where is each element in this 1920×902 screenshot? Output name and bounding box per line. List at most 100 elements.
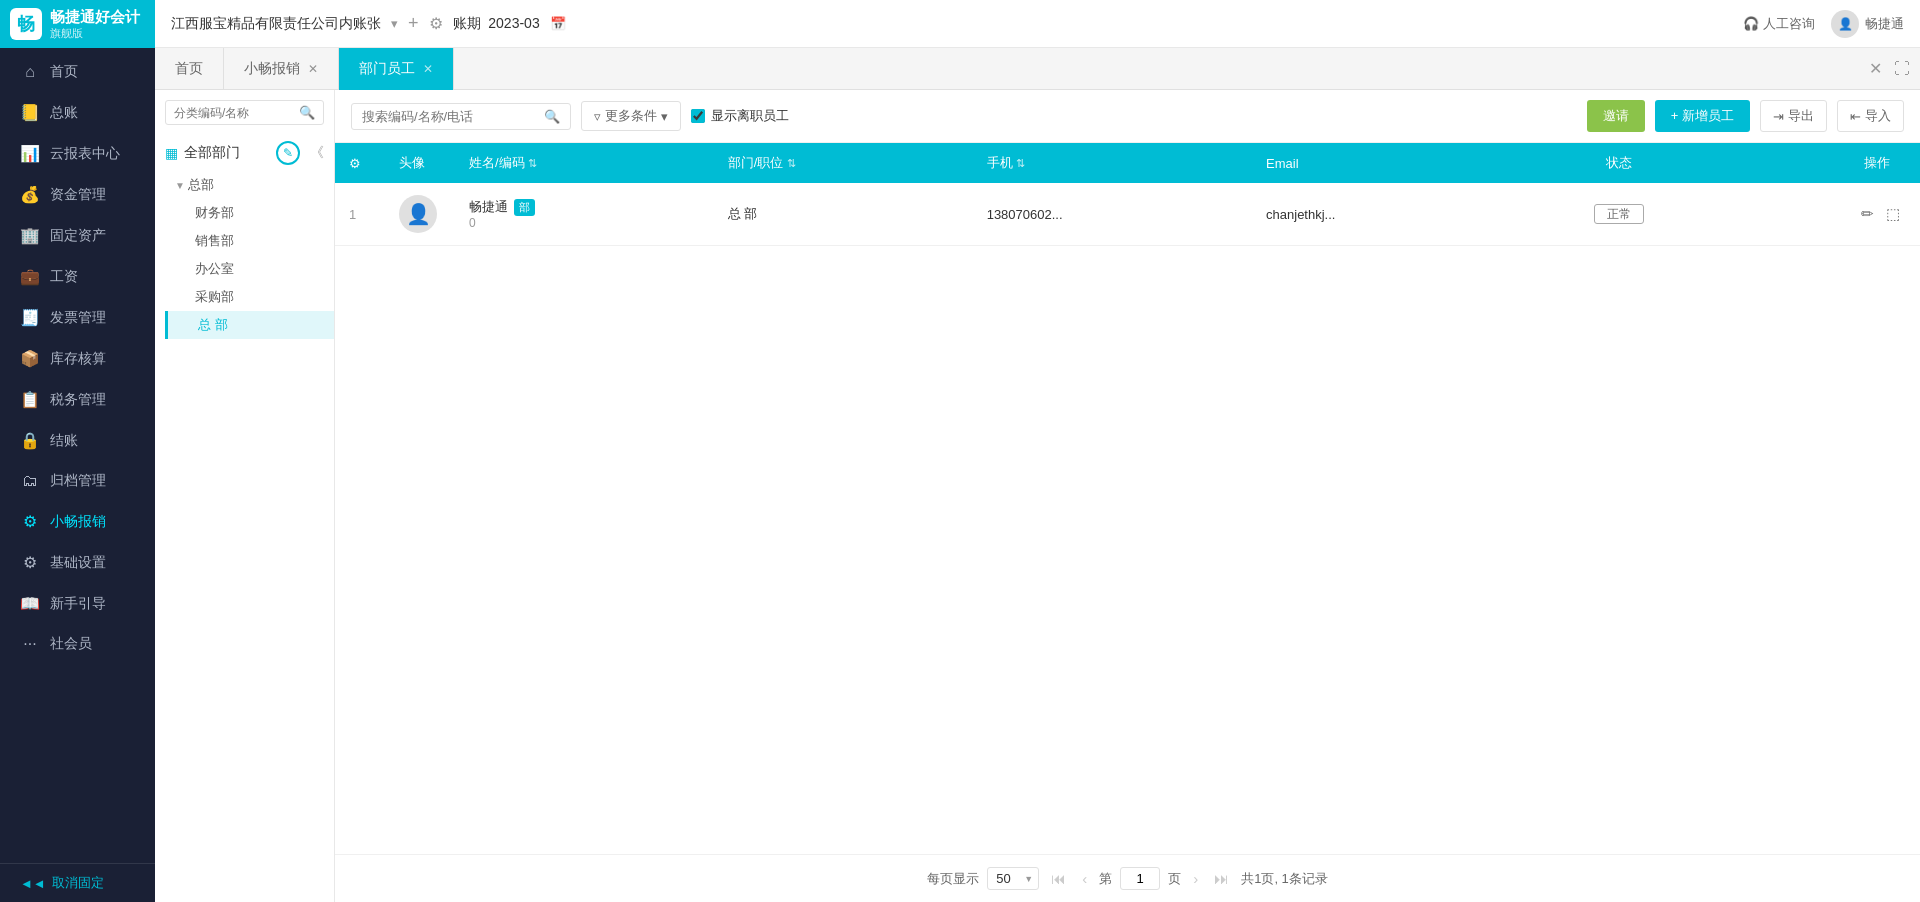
calendar-icon[interactable]: 📅 bbox=[550, 16, 566, 31]
toolbar-right: 邀请 + 新增员工 ⇥ 导出 ⇤ 导入 bbox=[1587, 100, 1904, 132]
tab-expand-btn[interactable]: ⛶ bbox=[1894, 60, 1910, 78]
dept-parent-head[interactable]: 总部 bbox=[165, 171, 334, 199]
dept-child-finance[interactable]: 财务部 bbox=[165, 199, 334, 227]
logo-text-block: 畅捷通好会计 旗舰版 bbox=[50, 8, 140, 41]
col-name[interactable]: 姓名/编码 ⇅ bbox=[455, 143, 714, 183]
cell-avatar: 👤 bbox=[385, 183, 455, 246]
logo-area: 畅 畅捷通好会计 旗舰版 bbox=[0, 0, 155, 48]
sidebar-item-more[interactable]: ··· 社会员 bbox=[0, 624, 155, 664]
sidebar-item-ledger[interactable]: 📒 总账 bbox=[0, 92, 155, 133]
sort-phone-icon: ⇅ bbox=[1016, 157, 1025, 169]
sidebar-item-reports[interactable]: 📊 云报表中心 bbox=[0, 133, 155, 174]
assets-mgmt-icon: 💰 bbox=[20, 185, 40, 204]
dept-search-icon[interactable]: 🔍 bbox=[299, 105, 315, 120]
show-resigned-label[interactable]: 显示离职员工 bbox=[691, 107, 789, 125]
tab-home-label: 首页 bbox=[175, 60, 203, 78]
sidebar-item-archive[interactable]: 🗂 归档管理 bbox=[0, 461, 155, 501]
period-area: 账期 2023-03 bbox=[453, 15, 540, 33]
dept-child-head[interactable]: 总 部 bbox=[165, 311, 334, 339]
settings-icon[interactable]: ⚙ bbox=[429, 14, 443, 33]
sort-dept-icon: ⇅ bbox=[787, 157, 796, 169]
delete-button[interactable]: ⬚ bbox=[1886, 205, 1900, 223]
support-label: 人工咨询 bbox=[1763, 15, 1815, 33]
export-icon: ⇥ bbox=[1773, 109, 1784, 124]
employee-toolbar: 🔍 ▿ 更多条件 ▾ 显示离职员工 邀请 + 新增员工 ⇥ 导出 bbox=[335, 90, 1920, 143]
filter-button[interactable]: ▿ 更多条件 ▾ bbox=[581, 101, 681, 131]
tab-close-btn[interactable]: ✕ bbox=[1869, 59, 1882, 78]
sidebar-label-reports: 云报表中心 bbox=[50, 145, 120, 163]
page-size-label: 每页显示 bbox=[927, 870, 979, 888]
action-buttons: ✏ ⬚ bbox=[1738, 205, 1900, 223]
sidebar-item-salary[interactable]: 💼 工资 bbox=[0, 256, 155, 297]
filter-icon: ▿ bbox=[594, 109, 601, 124]
headset-icon: 🎧 bbox=[1743, 16, 1759, 31]
dept-edit-button[interactable]: ✎ bbox=[276, 141, 300, 165]
sidebar-item-assets-mgmt[interactable]: 💰 资金管理 bbox=[0, 174, 155, 215]
tab-dept-close[interactable]: ✕ bbox=[423, 62, 433, 76]
employee-search-input[interactable] bbox=[362, 109, 538, 124]
cell-name: 畅捷通 部 0 bbox=[455, 183, 714, 246]
reports-icon: 📊 bbox=[20, 144, 40, 163]
dept-child-sales[interactable]: 销售部 bbox=[165, 227, 334, 255]
support-button[interactable]: 🎧 人工咨询 bbox=[1743, 15, 1815, 33]
cell-no: 1 bbox=[335, 183, 385, 246]
add-company-icon[interactable]: + bbox=[408, 13, 419, 34]
dept-search-input[interactable] bbox=[174, 106, 293, 120]
sidebar-item-checkout[interactable]: 🔒 结账 bbox=[0, 420, 155, 461]
sidebar-item-xiaochang[interactable]: ⚙ 小畅报销 bbox=[0, 501, 155, 542]
edit-button[interactable]: ✏ bbox=[1861, 205, 1874, 223]
tab-home[interactable]: 首页 bbox=[155, 48, 224, 90]
dept-collapse-icon[interactable]: 《 bbox=[310, 144, 324, 162]
sidebar-pin-toggle[interactable]: ◄◄ 取消固定 bbox=[0, 863, 155, 902]
dept-panel: 🔍 ▦ 全部部门 ✎ 《 总部 财务部 销售部 办公室 采购部 总 部 bbox=[155, 90, 335, 902]
sidebar-item-tax[interactable]: 📋 税务管理 bbox=[0, 379, 155, 420]
tab-xiaochang[interactable]: 小畅报销 ✕ bbox=[224, 48, 339, 90]
invite-button[interactable]: 邀请 bbox=[1587, 100, 1645, 132]
tab-xiaochang-close[interactable]: ✕ bbox=[308, 62, 318, 76]
col-status: 状态 bbox=[1514, 143, 1724, 183]
add-employee-button[interactable]: + 新增员工 bbox=[1655, 100, 1750, 132]
app-sub: 旗舰版 bbox=[50, 26, 140, 41]
sidebar-item-inventory[interactable]: 📦 库存核算 bbox=[0, 338, 155, 379]
main-area: 江西服宝精品有限责任公司内账张 ▾ + ⚙ 账期 2023-03 📅 🎧 人工咨… bbox=[155, 0, 1920, 902]
page-last-btn[interactable]: ⏭ bbox=[1210, 870, 1233, 887]
topbar-right: 🎧 人工咨询 👤 畅捷通 bbox=[1743, 10, 1904, 38]
fixed-assets-icon: 🏢 bbox=[20, 226, 40, 245]
sidebar-item-home[interactable]: ⌂ 首页 bbox=[0, 52, 155, 92]
sidebar-item-invoice[interactable]: 🧾 发票管理 bbox=[0, 297, 155, 338]
dept-child-office[interactable]: 办公室 bbox=[165, 255, 334, 283]
sidebar-item-basic-settings[interactable]: ⚙ 基础设置 bbox=[0, 542, 155, 583]
invoice-icon: 🧾 bbox=[20, 308, 40, 327]
company-name: 江西服宝精品有限责任公司内账张 bbox=[171, 15, 381, 33]
export-button[interactable]: ⇥ 导出 bbox=[1760, 100, 1827, 132]
employee-table: ⚙ 头像 姓名/编码 ⇅ 部门/职位 ⇅ bbox=[335, 143, 1920, 246]
page-first-btn[interactable]: ⏮ bbox=[1047, 870, 1070, 887]
col-phone[interactable]: 手机 ⇅ bbox=[973, 143, 1252, 183]
dept-child-purchase[interactable]: 采购部 bbox=[165, 283, 334, 311]
sidebar-label-fixed-assets: 固定资产 bbox=[50, 227, 106, 245]
col-settings[interactable]: ⚙ bbox=[335, 143, 385, 183]
show-resigned-checkbox[interactable] bbox=[691, 109, 705, 123]
dept-tree: 总部 财务部 销售部 办公室 采购部 总 部 bbox=[155, 171, 334, 339]
col-dept[interactable]: 部门/职位 ⇅ bbox=[714, 143, 973, 183]
import-button[interactable]: ⇤ 导入 bbox=[1837, 100, 1904, 132]
dept-all-item[interactable]: ▦ 全部部门 ✎ 《 bbox=[155, 135, 334, 171]
page-size-select[interactable]: 20 50 100 bbox=[987, 867, 1039, 890]
page-size-wrapper: 20 50 100 bbox=[987, 867, 1039, 890]
cell-action: ✏ ⬚ bbox=[1724, 183, 1920, 246]
sidebar-item-guide[interactable]: 📖 新手引导 bbox=[0, 583, 155, 624]
employee-dept: 总 部 bbox=[728, 206, 758, 221]
company-dropdown-icon[interactable]: ▾ bbox=[391, 16, 398, 31]
sidebar-label-inventory: 库存核算 bbox=[50, 350, 106, 368]
sidebar-label-salary: 工资 bbox=[50, 268, 78, 286]
page-input[interactable] bbox=[1120, 867, 1160, 890]
page-prev-btn[interactable]: ‹ bbox=[1078, 870, 1091, 887]
tab-dept[interactable]: 部门员工 ✕ bbox=[339, 48, 454, 90]
dept-search-box[interactable]: 🔍 bbox=[165, 100, 324, 125]
table-header-row: ⚙ 头像 姓名/编码 ⇅ 部门/职位 ⇅ bbox=[335, 143, 1920, 183]
page-next-btn[interactable]: › bbox=[1189, 870, 1202, 887]
user-menu[interactable]: 👤 畅捷通 bbox=[1831, 10, 1904, 38]
search-icon[interactable]: 🔍 bbox=[544, 109, 560, 124]
employee-search-box[interactable]: 🔍 bbox=[351, 103, 571, 130]
sidebar-item-fixed-assets[interactable]: 🏢 固定资产 bbox=[0, 215, 155, 256]
